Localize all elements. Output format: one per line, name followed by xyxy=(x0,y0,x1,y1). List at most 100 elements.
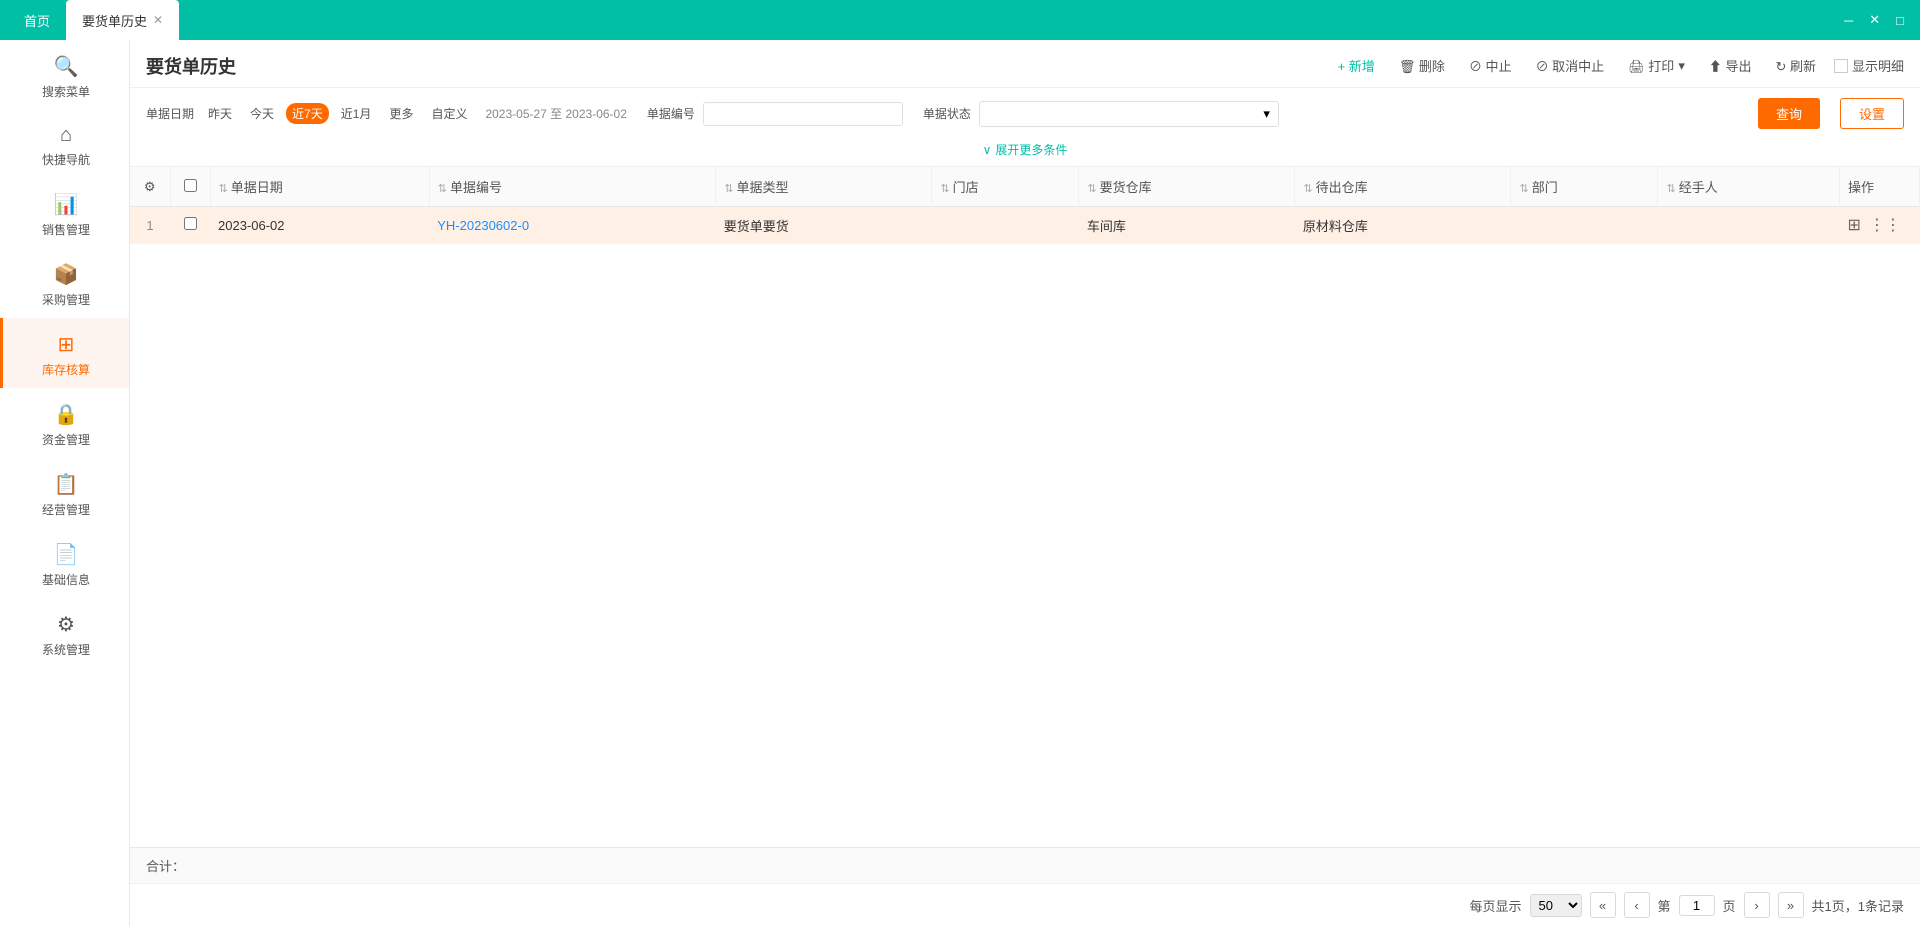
row-doc-number[interactable]: YH-20230602-0 xyxy=(429,207,716,244)
sidebar-item-basic-info[interactable]: 📄 基础信息 xyxy=(0,528,129,598)
sidebar-item-label: 销售管理 xyxy=(42,221,90,238)
main-layout: 🔍 搜索菜单 ⌂ 快捷导航 📊 销售管理 📦 采购管理 ⊞ 库存核算 🔒 资金管… xyxy=(0,40,1920,926)
prev-page-button[interactable]: ‹ xyxy=(1624,892,1650,918)
top-bar: 首页 要货单历史 ✕ ─ ✕ □ xyxy=(0,0,1920,40)
row-store xyxy=(932,207,1079,244)
date-option-1month[interactable]: 近1月 xyxy=(335,103,378,124)
purchase-mgmt-icon: 📦 xyxy=(54,262,79,287)
refresh-button[interactable]: ↻ 刷新 xyxy=(1769,52,1822,79)
col-pending-warehouse[interactable]: 待出仓库 xyxy=(1295,167,1511,207)
page-number-input[interactable] xyxy=(1679,895,1715,916)
doc-status-filter-group: 单据状态 ▾ xyxy=(923,101,1738,127)
date-option-today[interactable]: 今天 xyxy=(244,103,280,124)
sidebar-item-label: 资金管理 xyxy=(42,431,90,448)
sidebar: 🔍 搜索菜单 ⌂ 快捷导航 📊 销售管理 📦 采购管理 ⊞ 库存核算 🔒 资金管… xyxy=(0,40,130,926)
doc-number-link[interactable]: YH-20230602-0 xyxy=(437,218,529,233)
sidebar-item-quick-nav[interactable]: ⌂ 快捷导航 xyxy=(0,110,129,178)
settings-button[interactable]: 设置 xyxy=(1840,98,1904,129)
expand-chevron-icon: ∨ xyxy=(983,143,992,157)
top-bar-right: ─ ✕ □ xyxy=(1844,12,1920,28)
sidebar-item-label: 搜索菜单 xyxy=(42,83,90,100)
row-department xyxy=(1511,207,1658,244)
date-option-custom[interactable]: 自定义 xyxy=(425,103,473,124)
row-index: 1 xyxy=(130,207,170,244)
col-department[interactable]: 部门 xyxy=(1511,167,1658,207)
last-page-button[interactable]: » xyxy=(1778,892,1804,918)
row-actions: ⊞ ⋮⋮ xyxy=(1840,207,1920,244)
sidebar-item-label: 库存核算 xyxy=(42,361,90,378)
delete-button[interactable]: 🗑 删除 xyxy=(1393,52,1451,79)
date-option-more[interactable]: 更多 xyxy=(383,103,419,124)
col-handler[interactable]: 经手人 xyxy=(1658,167,1840,207)
window-maximize-icon[interactable]: □ xyxy=(1896,13,1904,28)
display-detail-checkbox[interactable] xyxy=(1834,59,1848,73)
row-checkbox[interactable] xyxy=(170,207,210,244)
col-settings[interactable]: ⚙ xyxy=(130,167,170,207)
date-option-yesterday[interactable]: 昨天 xyxy=(202,103,238,124)
col-req-warehouse[interactable]: 要货仓库 xyxy=(1079,167,1295,207)
total-label: 合计： xyxy=(146,859,185,874)
row-more-icon[interactable]: ⋮⋮ xyxy=(1869,215,1901,235)
row-select-checkbox[interactable] xyxy=(184,217,197,230)
sidebar-item-ops-mgmt[interactable]: 📋 经营管理 xyxy=(0,458,129,528)
doc-status-label: 单据状态 xyxy=(923,105,971,122)
filter-bar: 单据日期 昨天 今天 近7天 近1月 更多 自定义 2023-05-27 至 2… xyxy=(130,88,1920,167)
col-doc-number[interactable]: 单据编号 xyxy=(429,167,716,207)
display-detail-button[interactable]: 显示明细 xyxy=(1834,56,1904,75)
date-option-7days[interactable]: 近7天 xyxy=(286,103,329,124)
first-page-button[interactable]: « xyxy=(1590,892,1616,918)
select-all-checkbox[interactable] xyxy=(184,179,197,192)
export-button[interactable]: ⬆ 导出 xyxy=(1703,52,1758,79)
page-suffix: 页 xyxy=(1723,896,1736,915)
doc-status-dropdown-icon: ▾ xyxy=(1263,106,1270,122)
sidebar-item-search-menu[interactable]: 🔍 搜索菜单 xyxy=(0,40,129,110)
stop-button[interactable]: ⊘ 中止 xyxy=(1463,52,1518,79)
new-button[interactable]: + 新增 xyxy=(1332,52,1381,79)
sidebar-item-label: 系统管理 xyxy=(42,641,90,658)
tab-requisition-history[interactable]: 要货单历史 ✕ xyxy=(66,0,179,40)
per-page-select[interactable]: 10 20 50 100 xyxy=(1530,894,1582,917)
row-action-buttons: ⊞ ⋮⋮ xyxy=(1848,215,1912,235)
row-handler xyxy=(1658,207,1840,244)
table-row: 1 2023-06-02 YH-20230602-0 要货单要货 车间库 原材料… xyxy=(130,207,1920,244)
row-view-icon[interactable]: ⊞ xyxy=(1848,215,1861,235)
date-filter-group: 单据日期 昨天 今天 近7天 近1月 更多 自定义 2023-05-27 至 2… xyxy=(146,103,627,124)
tab-home[interactable]: 首页 xyxy=(8,0,66,40)
filter-row-1: 单据日期 昨天 今天 近7天 近1月 更多 自定义 2023-05-27 至 2… xyxy=(146,98,1904,129)
next-page-button[interactable]: › xyxy=(1744,892,1770,918)
col-store[interactable]: 门店 xyxy=(932,167,1079,207)
sidebar-item-label: 经营管理 xyxy=(42,501,90,518)
table-footer: 合计： xyxy=(130,847,1920,883)
sidebar-item-system-mgmt[interactable]: ⚙ 系统管理 xyxy=(0,598,129,668)
total-pages-info: 共1页，1条记录 xyxy=(1812,896,1904,915)
sidebar-item-sales-mgmt[interactable]: 📊 销售管理 xyxy=(0,178,129,248)
col-doc-date[interactable]: 单据日期 xyxy=(210,167,429,207)
header-actions: + 新增 🗑 删除 ⊘ 中止 ⊘ 取消中止 🖨 打印 ▾ ⬆ 导出 xyxy=(1332,52,1904,79)
row-pending-warehouse: 原材料仓库 xyxy=(1295,207,1511,244)
inventory-icon: ⊞ xyxy=(58,332,75,357)
sales-mgmt-icon: 📊 xyxy=(54,192,79,217)
col-checkbox xyxy=(170,167,210,207)
row-doc-date: 2023-06-02 xyxy=(210,207,429,244)
expand-more-button[interactable]: ∨ 展开更多条件 xyxy=(146,137,1904,160)
tab-close-icon[interactable]: ✕ xyxy=(153,13,163,27)
tab-bar: 首页 要货单历史 ✕ xyxy=(8,0,179,40)
date-options: 昨天 今天 近7天 近1月 更多 自定义 xyxy=(202,103,473,124)
sidebar-item-inventory[interactable]: ⊞ 库存核算 xyxy=(0,318,129,388)
content-area: 要货单历史 + 新增 🗑 删除 ⊘ 中止 ⊘ 取消中止 🖨 打印 ▾ xyxy=(130,40,1920,926)
window-close-icon[interactable]: ✕ xyxy=(1869,12,1880,28)
cancel-stop-button[interactable]: ⊘ 取消中止 xyxy=(1530,52,1611,79)
query-button[interactable]: 查询 xyxy=(1758,98,1820,129)
data-table: ⚙ 单据日期 单据编号 单据类型 门店 要货仓库 待出仓库 部门 经手人 操作 xyxy=(130,167,1920,244)
sidebar-item-purchase-mgmt[interactable]: 📦 采购管理 xyxy=(0,248,129,318)
table-container: ⚙ 单据日期 单据编号 单据类型 门店 要货仓库 待出仓库 部门 经手人 操作 xyxy=(130,167,1920,847)
sidebar-item-label: 采购管理 xyxy=(42,291,90,308)
print-button[interactable]: 🖨 打印 ▾ xyxy=(1622,52,1691,79)
col-doc-type[interactable]: 单据类型 xyxy=(716,167,932,207)
doc-number-label: 单据编号 xyxy=(647,105,695,122)
sidebar-item-finance-mgmt[interactable]: 🔒 资金管理 xyxy=(0,388,129,458)
table-body: 1 2023-06-02 YH-20230602-0 要货单要货 车间库 原材料… xyxy=(130,207,1920,244)
window-minimize-icon[interactable]: ─ xyxy=(1844,13,1853,28)
doc-number-input[interactable] xyxy=(703,102,903,126)
doc-status-select[interactable]: ▾ xyxy=(979,101,1279,127)
